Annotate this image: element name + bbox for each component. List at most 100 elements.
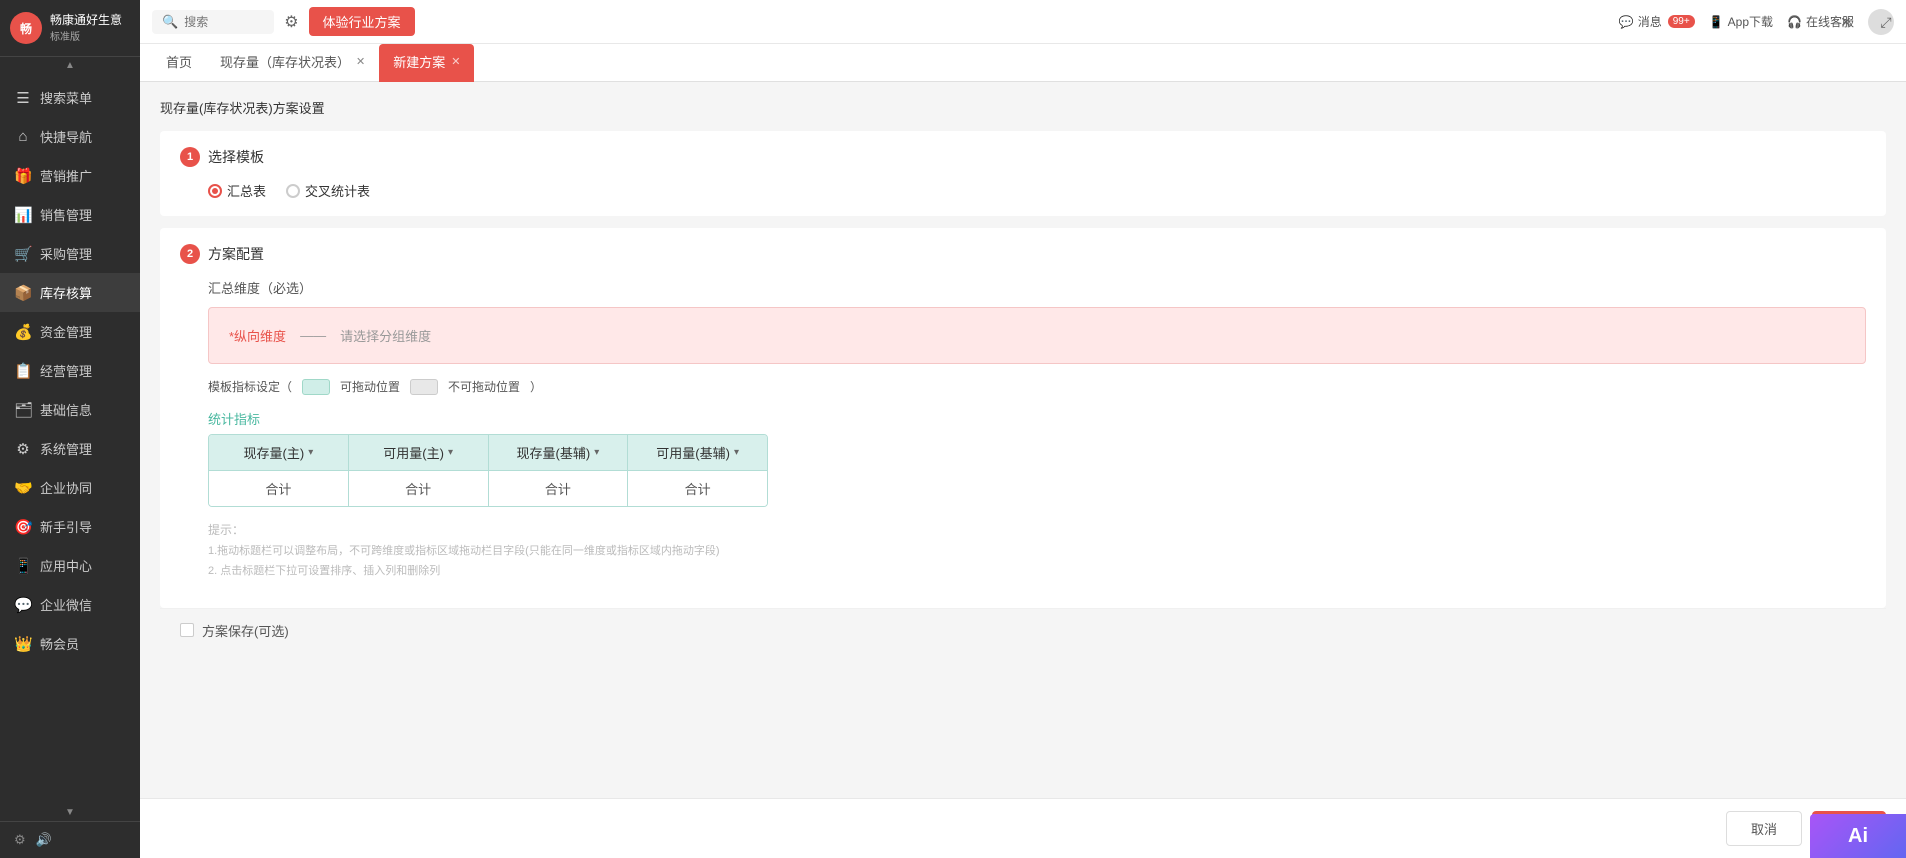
dimension-placeholder: 请选择分组维度 [340,326,431,345]
sidebar-item-newbie[interactable]: 🎯 新手引导 [0,507,140,546]
chevron-2[interactable]: ▾ [594,447,599,458]
chevron-0[interactable]: ▾ [308,447,313,458]
enterprise-icon: 🤝 [14,479,32,497]
vip-icon: 👑 [14,635,32,653]
chevron-3[interactable]: ▾ [734,447,739,458]
topbar-search-box[interactable]: 🔍 [152,10,274,34]
page-title: 现存量(库存状况表)方案设置 [160,98,1886,117]
sidebar-item-basic-info[interactable]: 🗂 基础信息 [0,390,140,429]
step1-header: 1 选择模板 [180,147,1866,167]
radio-summary-label: 汇总表 [227,181,266,200]
scroll-down[interactable]: ▼ [0,804,140,821]
data-cell-1: 合计 [349,470,489,506]
search-input[interactable] [184,15,264,29]
page-content: 现存量(库存状况表)方案设置 1 选择模板 汇总表 交叉统计表 2 [140,82,1906,798]
app-download-button[interactable]: 📱 App下载 [1709,13,1773,30]
step2-header: 2 方案配置 [180,244,1866,264]
close-window-button[interactable]: ✕ [1826,3,1866,41]
data-cell-2: 合计 [489,470,629,506]
sidebar-item-label: 快捷导航 [40,127,92,146]
tip-item-0: 1.拖动标题栏可以调整布局，不可跨维度或指标区域拖动栏目字段(只能在同一维度或指… [208,542,1838,562]
sidebar-item-label: 新手引导 [40,517,92,536]
sidebar-item-label: 系统管理 [40,439,92,458]
app-download-label: App下载 [1728,13,1773,30]
tips-section: 提示： 1.拖动标题栏可以调整布局，不可跨维度或指标区域拖动栏目字段(只能在同一… [208,521,1838,582]
sidebar-item-marketing[interactable]: 🎁 营销推广 [0,156,140,195]
tab-new-scheme-label: 新建方案 [393,52,445,71]
radio-summary[interactable]: 汇总表 [208,181,266,200]
tab-inventory-close-icon[interactable]: ✕ [356,55,365,68]
header-cell-3[interactable]: 可用量(基辅) ▾ [628,435,767,470]
sidebar-item-label: 采购管理 [40,244,92,263]
sidebar-item-sales[interactable]: 📊 销售管理 [0,195,140,234]
sidebar-item-operations[interactable]: 📋 经营管理 [0,351,140,390]
step1-badge: 1 [180,147,200,167]
gear-icon[interactable]: ⚙ [284,12,298,32]
tab-new-scheme[interactable]: 新建方案 ✕ [379,44,474,82]
drag-label: 可拖动位置 [340,378,400,395]
sidebar-item-system[interactable]: ⚙ 系统管理 [0,429,140,468]
sidebar-item-label: 营销推广 [40,166,92,185]
sidebar-item-label: 搜索菜单 [40,88,92,107]
message-button[interactable]: 💬 消息 99+ [1619,13,1695,30]
stats-data-row: 合计 合计 合计 合计 [209,470,767,506]
sidebar-item-finance[interactable]: 💰 资金管理 [0,312,140,351]
dimension-arrow: —— [300,328,326,343]
main-area: 🔍 ⚙ 体验行业方案 💬 消息 99+ 📱 App下载 🎧 在线客服 ✕ ⤢ [140,0,1906,858]
sidebar-item-inventory[interactable]: 📦 库存核算 [0,273,140,312]
radio-cross[interactable]: 交叉统计表 [286,181,370,200]
finance-icon: 💰 [14,323,32,341]
system-icon: ⚙ [14,440,32,458]
app-center-icon: 📱 [14,557,32,575]
sidebar-item-label: 库存核算 [40,283,92,302]
sidebar-item-quick-nav[interactable]: ⌂ 快捷导航 [0,117,140,156]
app-logo-icon: 畅 [10,12,42,44]
header-label-1: 可用量(主) [383,443,444,462]
sidebar-item-purchase[interactable]: 🛒 采购管理 [0,234,140,273]
sidebar-item-label: 企业协同 [40,478,92,497]
sidebar-item-enterprise[interactable]: 🤝 企业协同 [0,468,140,507]
headset-icon: 🎧 [1787,15,1802,29]
phone-icon: 📱 [1709,15,1724,29]
speaker-icon[interactable]: 🔊 [36,832,52,848]
header-cell-1[interactable]: 可用量(主) ▾ [349,435,489,470]
step2-badge: 2 [180,244,200,264]
quick-nav-icon: ⌂ [14,128,32,145]
header-cell-0[interactable]: 现存量(主) ▾ [209,435,349,470]
sidebar-item-vip[interactable]: 👑 畅会员 [0,624,140,663]
sidebar-item-label: 经营管理 [40,361,92,380]
sidebar-item-search-menu[interactable]: ☰ 搜索菜单 [0,78,140,117]
dimension-box[interactable]: *纵向维度 —— 请选择分组维度 [208,307,1866,364]
header-label-3: 可用量(基辅) [656,443,730,462]
maximize-window-button[interactable]: ⤢ [1866,3,1906,41]
drag-indicator [302,379,330,395]
message-icon: 💬 [1619,15,1634,29]
scroll-up[interactable]: ▲ [0,57,140,74]
save-label: 方案保存(可选) [202,621,289,640]
tab-home[interactable]: 首页 [152,44,206,82]
stats-header-row: 现存量(主) ▾ 可用量(主) ▾ 现存量(基辅) ▾ 可用量(基辅) ▾ [209,435,767,470]
sales-icon: 📊 [14,206,32,224]
sidebar-item-wechat[interactable]: 💬 企业微信 [0,585,140,624]
header-label-2: 现存量(基辅) [517,443,591,462]
sidebar: 畅 畅康通好生意 标准版 ▲ ☰ 搜索菜单 ⌂ 快捷导航 🎁 营销推广 📊 销售… [0,0,140,858]
stats-label: 统计指标 [208,409,1866,428]
ai-fab-button[interactable]: Ai [1810,814,1906,858]
tab-inventory-status[interactable]: 现存量（库存状况表） ✕ [206,44,379,82]
search-menu-icon: ☰ [14,89,32,107]
tip-item-1: 2. 点击标题栏下拉可设置排序、插入列和删除列 [208,562,1838,582]
radio-summary-dot [208,184,222,198]
sidebar-item-label: 基础信息 [40,400,92,419]
settings-icon[interactable]: ⚙ [14,832,26,848]
ai-label: Ai [1848,825,1868,848]
step2-section: 2 方案配置 汇总维度（必选） *纵向维度 —— 请选择分组维度 模板指标设定（… [160,228,1886,608]
save-checkbox[interactable] [180,623,194,637]
trial-button[interactable]: 体验行业方案 [309,7,415,36]
header-cell-2[interactable]: 现存量(基辅) ▾ [489,435,629,470]
sidebar-item-app-center[interactable]: 📱 应用中心 [0,546,140,585]
cancel-button[interactable]: 取消 [1726,811,1802,846]
indicator-close: ） [530,378,542,395]
tab-new-scheme-close-icon[interactable]: ✕ [451,55,460,68]
chevron-1[interactable]: ▾ [448,447,453,458]
sidebar-logo: 畅 畅康通好生意 标准版 [0,0,140,57]
